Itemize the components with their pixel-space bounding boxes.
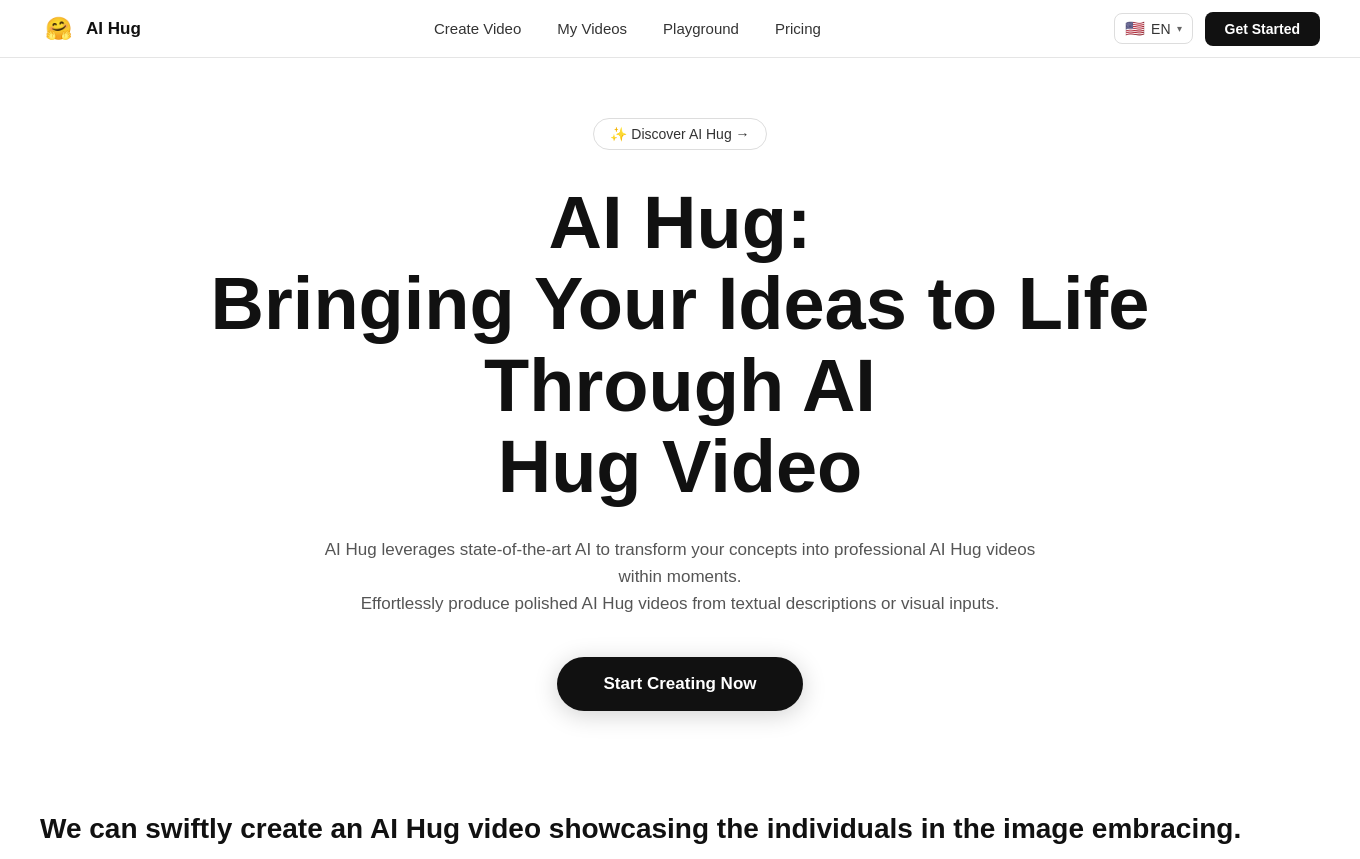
navbar-actions: 🇺🇸 EN ▾ Get Started	[1114, 12, 1320, 46]
navbar-links: Create Video My Videos Playground Pricin…	[434, 20, 821, 37]
chevron-down-icon: ▾	[1177, 23, 1182, 34]
logo-emoji: 🤗	[45, 16, 72, 42]
brand-name: AI Hug	[86, 19, 141, 39]
discover-badge[interactable]: ✨ Discover AI Hug →	[593, 118, 766, 150]
nav-create-video[interactable]: Create Video	[434, 20, 521, 37]
get-started-button[interactable]: Get Started	[1205, 12, 1320, 46]
language-code: EN	[1151, 21, 1170, 37]
hero-subtitle-line1: AI Hug leverages state-of-the-art AI to …	[325, 540, 1036, 586]
hero-subtitle: AI Hug leverages state-of-the-art AI to …	[320, 536, 1040, 618]
brand-logo: 🤗	[40, 11, 76, 47]
language-selector[interactable]: 🇺🇸 EN ▾	[1114, 13, 1192, 44]
start-creating-button[interactable]: Start Creating Now	[557, 657, 802, 711]
hero-subtitle-line2: Effortlessly produce polished AI Hug vid…	[361, 594, 999, 613]
hero-title-line3: Hug Video	[498, 425, 863, 508]
hero-title-line2: Bringing Your Ideas to Life Through AI	[211, 262, 1150, 426]
navbar-brand: 🤗 AI Hug	[40, 11, 141, 47]
showcase-section: We can swiftly create an AI Hug video sh…	[0, 811, 1360, 859]
hero-section: ✨ Discover AI Hug → AI Hug: Bringing You…	[0, 58, 1360, 811]
showcase-title: We can swiftly create an AI Hug video sh…	[40, 811, 1320, 847]
navbar: 🤗 AI Hug Create Video My Videos Playgrou…	[0, 0, 1360, 58]
nav-my-videos[interactable]: My Videos	[557, 20, 627, 37]
nav-pricing[interactable]: Pricing	[775, 20, 821, 37]
hero-title-line1: AI Hug:	[548, 181, 811, 264]
nav-playground[interactable]: Playground	[663, 20, 739, 37]
flag-icon: 🇺🇸	[1125, 19, 1145, 38]
hero-title: AI Hug: Bringing Your Ideas to Life Thro…	[80, 182, 1280, 508]
